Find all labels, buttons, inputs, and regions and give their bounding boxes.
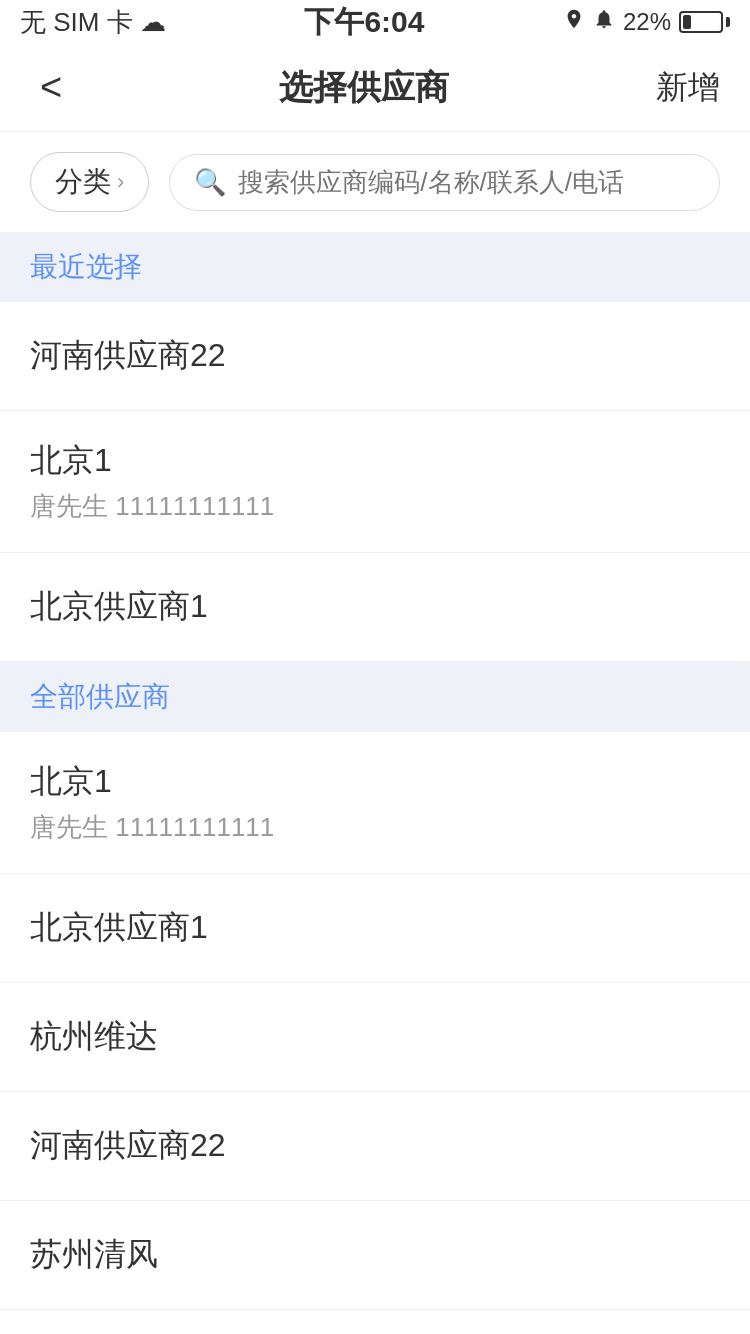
recent-section-header: 最近选择 [0, 232, 750, 302]
filter-bar: 分类 › 🔍 [0, 132, 750, 232]
nav-bar: < 选择供应商 新增 [0, 44, 750, 132]
list-item[interactable]: 北京供应商1 [0, 553, 750, 662]
page-title: 选择供应商 [279, 65, 449, 111]
item-name: 河南供应商22 [30, 1124, 720, 1168]
category-button[interactable]: 分类 › [30, 152, 149, 212]
back-button[interactable]: < [30, 56, 72, 119]
category-label: 分类 [55, 163, 111, 201]
battery-percent: 22% [623, 8, 671, 36]
search-icon: 🔍 [194, 167, 226, 198]
list-item[interactable]: 北京1 唐先生 11111111111 [0, 732, 750, 874]
item-name: 北京1 [30, 760, 720, 804]
list-item[interactable]: 苏州清风 [0, 1201, 750, 1310]
item-name: 北京供应商1 [30, 585, 720, 629]
search-box[interactable]: 🔍 [169, 154, 720, 211]
sim-status: 无 SIM 卡 ☁ [20, 5, 166, 40]
item-name: 北京供应商1 [30, 906, 720, 950]
list-item[interactable]: 河南供应商22 [0, 1092, 750, 1201]
status-time: 下午6:04 [304, 2, 424, 43]
list-item[interactable]: 河南供应商22 [0, 302, 750, 411]
chevron-right-icon: › [117, 169, 124, 195]
battery-icon [679, 11, 730, 33]
alarm-icon [593, 8, 615, 36]
item-sub: 唐先生 11111111111 [30, 489, 720, 524]
list-item[interactable]: 北京供应商1 [0, 874, 750, 983]
status-right: 22% [563, 8, 730, 36]
status-bar: 无 SIM 卡 ☁ 下午6:04 22% [0, 0, 750, 44]
location-icon [563, 8, 585, 36]
recent-list: 河南供应商22 北京1 唐先生 11111111111 北京供应商1 [0, 302, 750, 662]
add-button[interactable]: 新增 [656, 66, 720, 110]
all-list: 北京1 唐先生 11111111111 北京供应商1 杭州维达河南供应商22 苏州清风 [0, 732, 750, 1310]
list-item[interactable]: 北京1 唐先生 11111111111 [0, 411, 750, 553]
search-input[interactable] [238, 167, 695, 198]
item-name: 河南供应商22 [30, 334, 720, 378]
all-section-header: 全部供应商 [0, 662, 750, 732]
item-name: 苏州清风 [30, 1233, 720, 1277]
item-name: 杭州维达 [30, 1015, 720, 1059]
list-item[interactable]: 杭州维达 [0, 983, 750, 1092]
status-left: 无 SIM 卡 ☁ [20, 5, 166, 40]
item-name: 北京1 [30, 439, 720, 483]
item-sub: 唐先生 11111111111 [30, 810, 720, 845]
